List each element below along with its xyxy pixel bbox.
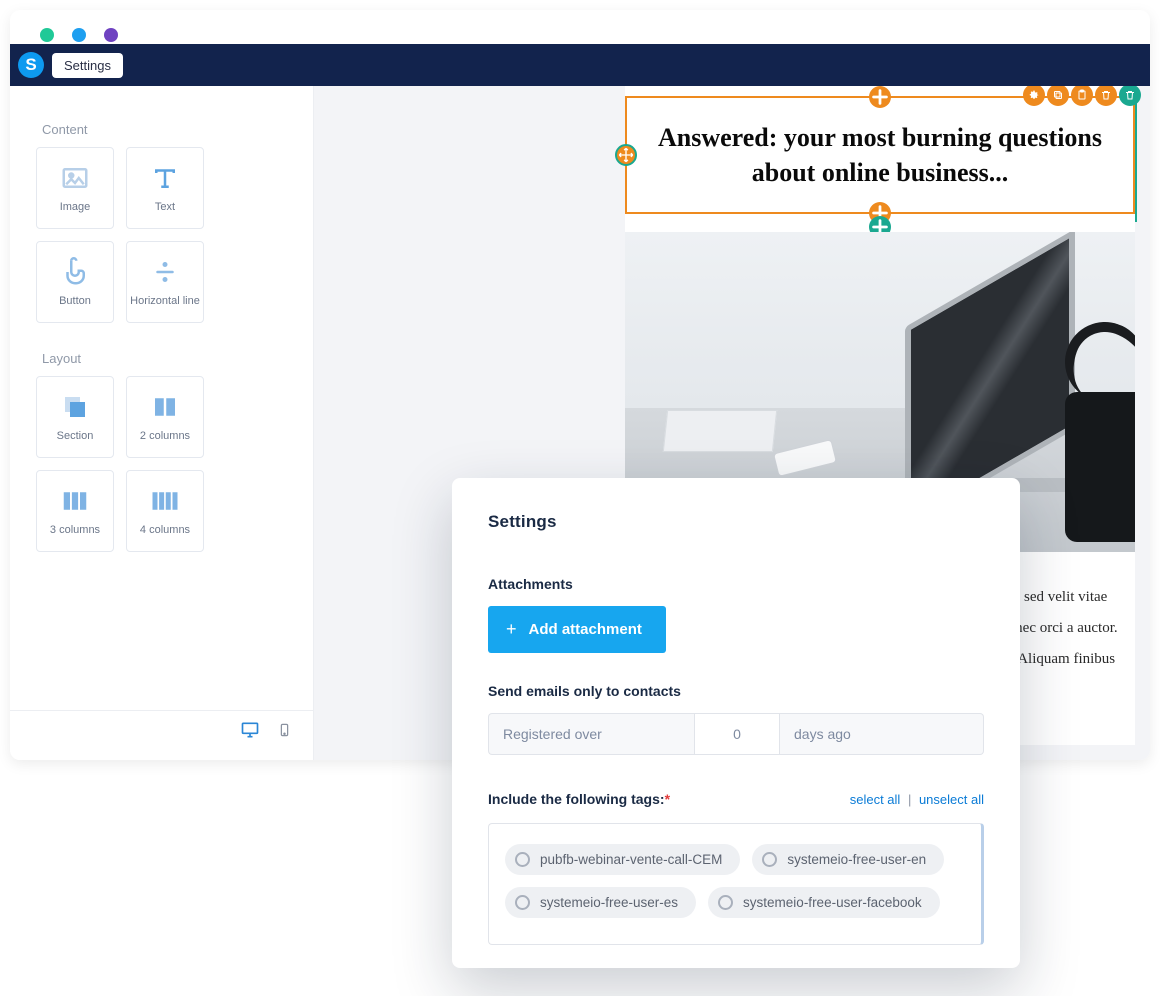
tile-2cols-label: 2 columns [140, 430, 190, 442]
window-controls [40, 28, 118, 42]
tile-button-label: Button [59, 295, 91, 307]
tile-text-label: Text [155, 201, 175, 213]
tag-chip[interactable]: systemeio-free-user-facebook [708, 887, 940, 918]
hr-icon [150, 257, 180, 287]
window-close-dot[interactable] [40, 28, 54, 42]
tag-chip[interactable]: pubfb-webinar-vente-call-CEM [505, 844, 740, 875]
add-attachment-label: Add attachment [529, 621, 642, 638]
layout-tile-grid: Section 2 columns 3 columns 4 columns [36, 376, 287, 552]
tile-image[interactable]: Image [36, 147, 114, 229]
tile-image-label: Image [60, 201, 91, 213]
block-delete-button[interactable] [1095, 86, 1117, 106]
registered-over-select[interactable]: Registered over [488, 713, 694, 755]
send-only-label: Send emails only to contacts [488, 683, 984, 699]
sidebar: Content Image Text Button Horizontal lin… [10, 86, 314, 760]
section-icon [60, 392, 90, 422]
desktop-icon [240, 720, 260, 740]
move-icon [617, 146, 635, 164]
add-attachment-button[interactable]: + Add attachment [488, 606, 666, 653]
block-settings-button[interactable] [1023, 86, 1045, 106]
move-handle[interactable] [615, 144, 637, 166]
include-tags-label: Include the following tags: [488, 791, 665, 807]
radio-icon [718, 895, 733, 910]
headline-block[interactable]: Answered: your most burning questions ab… [625, 96, 1135, 214]
unselect-all-link[interactable]: unselect all [919, 792, 984, 807]
required-asterisk: * [665, 791, 670, 807]
tile-2cols[interactable]: 2 columns [126, 376, 204, 458]
tags-box[interactable]: pubfb-webinar-vente-call-CEM systemeio-f… [488, 823, 984, 945]
image-icon [60, 163, 90, 193]
separator: | [908, 792, 911, 807]
tile-4cols-label: 4 columns [140, 524, 190, 536]
block-toolbar [1023, 86, 1141, 106]
tag-label: systemeio-free-user-es [540, 895, 678, 910]
trash-icon [1100, 89, 1112, 101]
mobile-view-button[interactable] [273, 719, 295, 741]
tile-section-label: Section [57, 430, 94, 442]
desktop-view-button[interactable] [239, 719, 261, 741]
clipboard-icon [1076, 89, 1088, 101]
tag-label: systemeio-free-user-facebook [743, 895, 922, 910]
mobile-icon [277, 720, 292, 740]
plus-icon [869, 86, 891, 108]
window-min-dot[interactable] [72, 28, 86, 42]
gear-icon [1028, 89, 1040, 101]
registration-filter-row: Registered over days ago [488, 713, 984, 755]
days-input[interactable] [694, 713, 780, 755]
add-above-handle[interactable] [869, 86, 891, 108]
tile-horizontal-line[interactable]: Horizontal line [126, 241, 204, 323]
tile-3cols[interactable]: 3 columns [36, 470, 114, 552]
plus-icon: + [506, 619, 517, 640]
radio-icon [515, 895, 530, 910]
text-icon [150, 163, 180, 193]
tile-4cols[interactable]: 4 columns [126, 470, 204, 552]
settings-button[interactable]: Settings [52, 53, 123, 78]
tile-3cols-label: 3 columns [50, 524, 100, 536]
three-columns-icon [60, 486, 90, 516]
sidebar-content-label: Content [42, 122, 287, 137]
tile-hr-label: Horizontal line [130, 295, 200, 307]
days-ago-select[interactable]: days ago [780, 713, 984, 755]
four-columns-icon [150, 486, 180, 516]
radio-icon [762, 852, 777, 867]
trash-icon [1124, 89, 1136, 101]
tile-button[interactable]: Button [36, 241, 114, 323]
pointer-icon [60, 257, 90, 287]
tag-label: pubfb-webinar-vente-call-CEM [540, 852, 722, 867]
top-bar: S Settings [10, 44, 1150, 86]
block-duplicate-button[interactable] [1047, 86, 1069, 106]
attachments-label: Attachments [488, 576, 984, 592]
content-tile-grid: Image Text Button Horizontal line [36, 147, 287, 323]
email-headline[interactable]: Answered: your most burning questions ab… [647, 120, 1113, 190]
tile-section[interactable]: Section [36, 376, 114, 458]
copy-icon [1052, 89, 1064, 101]
settings-dialog: Settings Attachments + Add attachment Se… [452, 478, 1020, 968]
tile-text[interactable]: Text [126, 147, 204, 229]
tag-chip[interactable]: systemeio-free-user-es [505, 887, 696, 918]
app-logo-icon: S [18, 52, 44, 78]
tag-chip[interactable]: systemeio-free-user-en [752, 844, 944, 875]
tags-header: Include the following tags:* select all … [488, 791, 984, 807]
device-toggle-bar [10, 710, 313, 748]
block-save-button[interactable] [1071, 86, 1093, 106]
select-all-link[interactable]: select all [850, 792, 901, 807]
two-columns-icon [150, 392, 180, 422]
block-approve-button[interactable] [1119, 86, 1141, 106]
radio-icon [515, 852, 530, 867]
sidebar-layout-label: Layout [42, 351, 287, 366]
tag-label: systemeio-free-user-en [787, 852, 926, 867]
window-max-dot[interactable] [104, 28, 118, 42]
dialog-title: Settings [488, 512, 984, 532]
